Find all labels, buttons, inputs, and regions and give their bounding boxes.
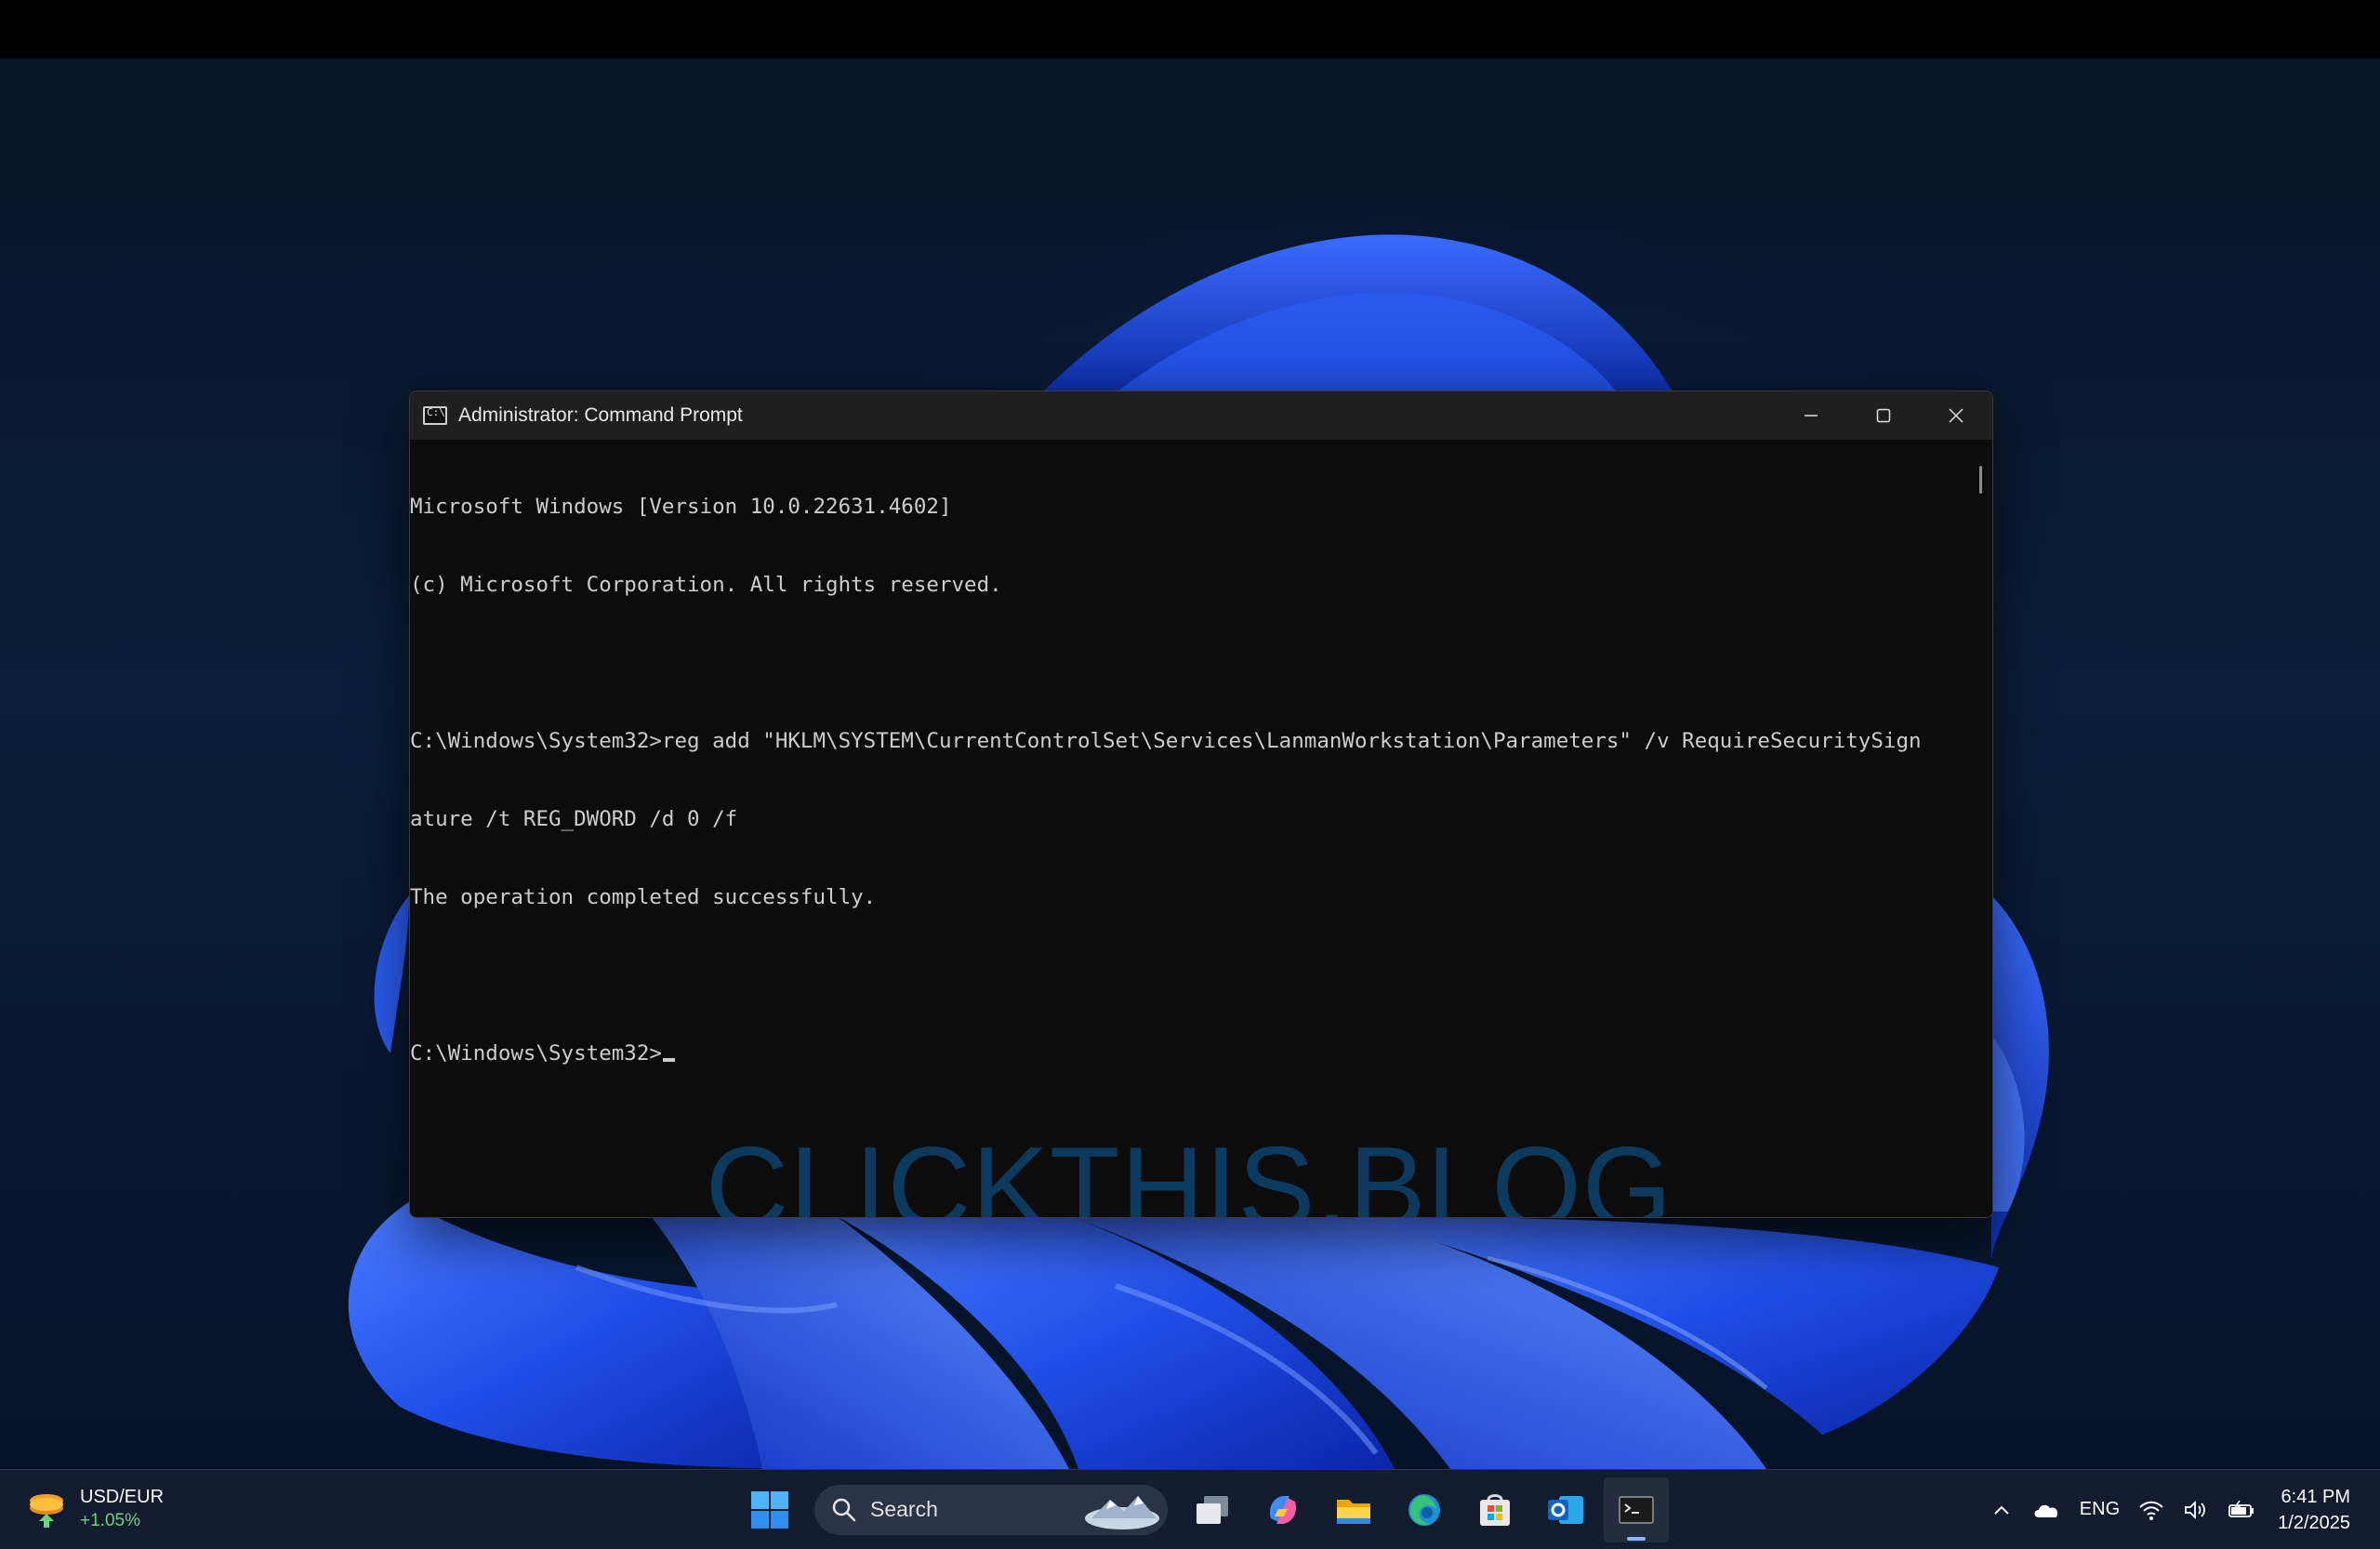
- search-label: Search: [870, 1497, 938, 1521]
- search-box[interactable]: Search: [814, 1484, 1168, 1535]
- minimize-icon: [1805, 415, 1818, 417]
- console-output[interactable]: Microsoft Windows [Version 10.0.22631.46…: [410, 440, 1968, 1217]
- console-line: C:\Windows\System32>reg add "HKLM\SYSTEM…: [410, 729, 1922, 753]
- volume-button[interactable]: [2183, 1499, 2209, 1521]
- store-icon: [1480, 1493, 1510, 1526]
- cmd-icon: C:\: [423, 406, 447, 425]
- maximize-button[interactable]: [1847, 391, 1920, 440]
- watermark: CLICKTHIS.BLOG: [705, 1124, 1673, 1218]
- currency-widget-icon: [24, 1486, 69, 1532]
- widget-title: USD/EUR: [80, 1487, 165, 1507]
- console-line: The operation completed successfully.: [410, 885, 877, 909]
- currency-widget[interactable]: USD/EUR +1.05%: [24, 1485, 164, 1533]
- outlook-icon: [1548, 1495, 1583, 1524]
- vertical-scrollbar[interactable]: [1968, 440, 1992, 1217]
- terminal-icon: [1619, 1495, 1654, 1524]
- language-indicator[interactable]: ENG: [2080, 1499, 2120, 1520]
- battery-button[interactable]: [2228, 1499, 2255, 1521]
- console-prompt: C:\Windows\System32>: [410, 1041, 662, 1066]
- active-indicator: [1627, 1536, 1646, 1541]
- edge-button[interactable]: [1392, 1477, 1457, 1542]
- terminal-button[interactable]: [1604, 1476, 1669, 1542]
- console-line: Microsoft Windows [Version 10.0.22631.46…: [410, 495, 952, 519]
- scrollbar-thumb[interactable]: [1979, 466, 1982, 494]
- outlook-button[interactable]: [1533, 1477, 1598, 1542]
- console-line: ature /t REG_DWORD /d 0 /f: [410, 807, 738, 831]
- chevron-up-icon: [1994, 1505, 2009, 1515]
- close-icon: [1949, 408, 1964, 423]
- top-black-bar: [0, 0, 2380, 59]
- wifi-icon: [2139, 1501, 2163, 1520]
- volume-icon: [2185, 1500, 2206, 1519]
- file-explorer-button[interactable]: [1321, 1477, 1386, 1542]
- command-prompt-window[interactable]: C:\ Administrator: Command Prompt Micros…: [409, 391, 1993, 1218]
- console-prompt-line[interactable]: C:\Windows\System32>: [410, 1040, 1968, 1066]
- window-title: Administrator: Command Prompt: [458, 404, 743, 426]
- console-line: (c) Microsoft Corporation. All rights re…: [410, 573, 1002, 597]
- clock-date: 1/2/2025: [2278, 1512, 2350, 1533]
- show-hidden-icons-button[interactable]: [1990, 1499, 2013, 1521]
- cloud-icon: [2034, 1504, 2057, 1517]
- start-icon: [751, 1490, 788, 1529]
- task-view-button[interactable]: [1180, 1477, 1245, 1542]
- copilot-icon: [1269, 1495, 1297, 1524]
- task-view-icon: [1197, 1495, 1228, 1524]
- taskbar: USD/EUR +1.05% Search ENG 6:41 PM 1/2/20…: [0, 1469, 2380, 1549]
- title-bar[interactable]: C:\ Administrator: Command Prompt: [410, 391, 1992, 440]
- search-icon: [832, 1498, 856, 1521]
- battery-icon: [2228, 1500, 2254, 1517]
- store-button[interactable]: [1462, 1477, 1527, 1542]
- system-tray: ENG 6:41 PM 1/2/2025: [1981, 1470, 2380, 1549]
- maximize-icon: [1876, 408, 1891, 423]
- copilot-button[interactable]: [1250, 1477, 1316, 1542]
- network-button[interactable]: [2138, 1499, 2164, 1521]
- clock[interactable]: 6:41 PM 1/2/2025: [2278, 1484, 2350, 1536]
- onedrive-button[interactable]: [2031, 1499, 2061, 1521]
- file-explorer-icon: [1337, 1499, 1370, 1524]
- text-cursor: [662, 1058, 675, 1062]
- edge-icon: [1408, 1493, 1440, 1526]
- close-button[interactable]: [1920, 391, 1992, 440]
- widget-change: +1.05%: [80, 1511, 140, 1530]
- start-button[interactable]: [737, 1477, 802, 1542]
- minimize-button[interactable]: [1775, 391, 1847, 440]
- search-highlight-icon: [1085, 1495, 1159, 1529]
- clock-time: 6:41 PM: [2281, 1486, 2350, 1507]
- language-label: ENG: [2079, 1499, 2121, 1519]
